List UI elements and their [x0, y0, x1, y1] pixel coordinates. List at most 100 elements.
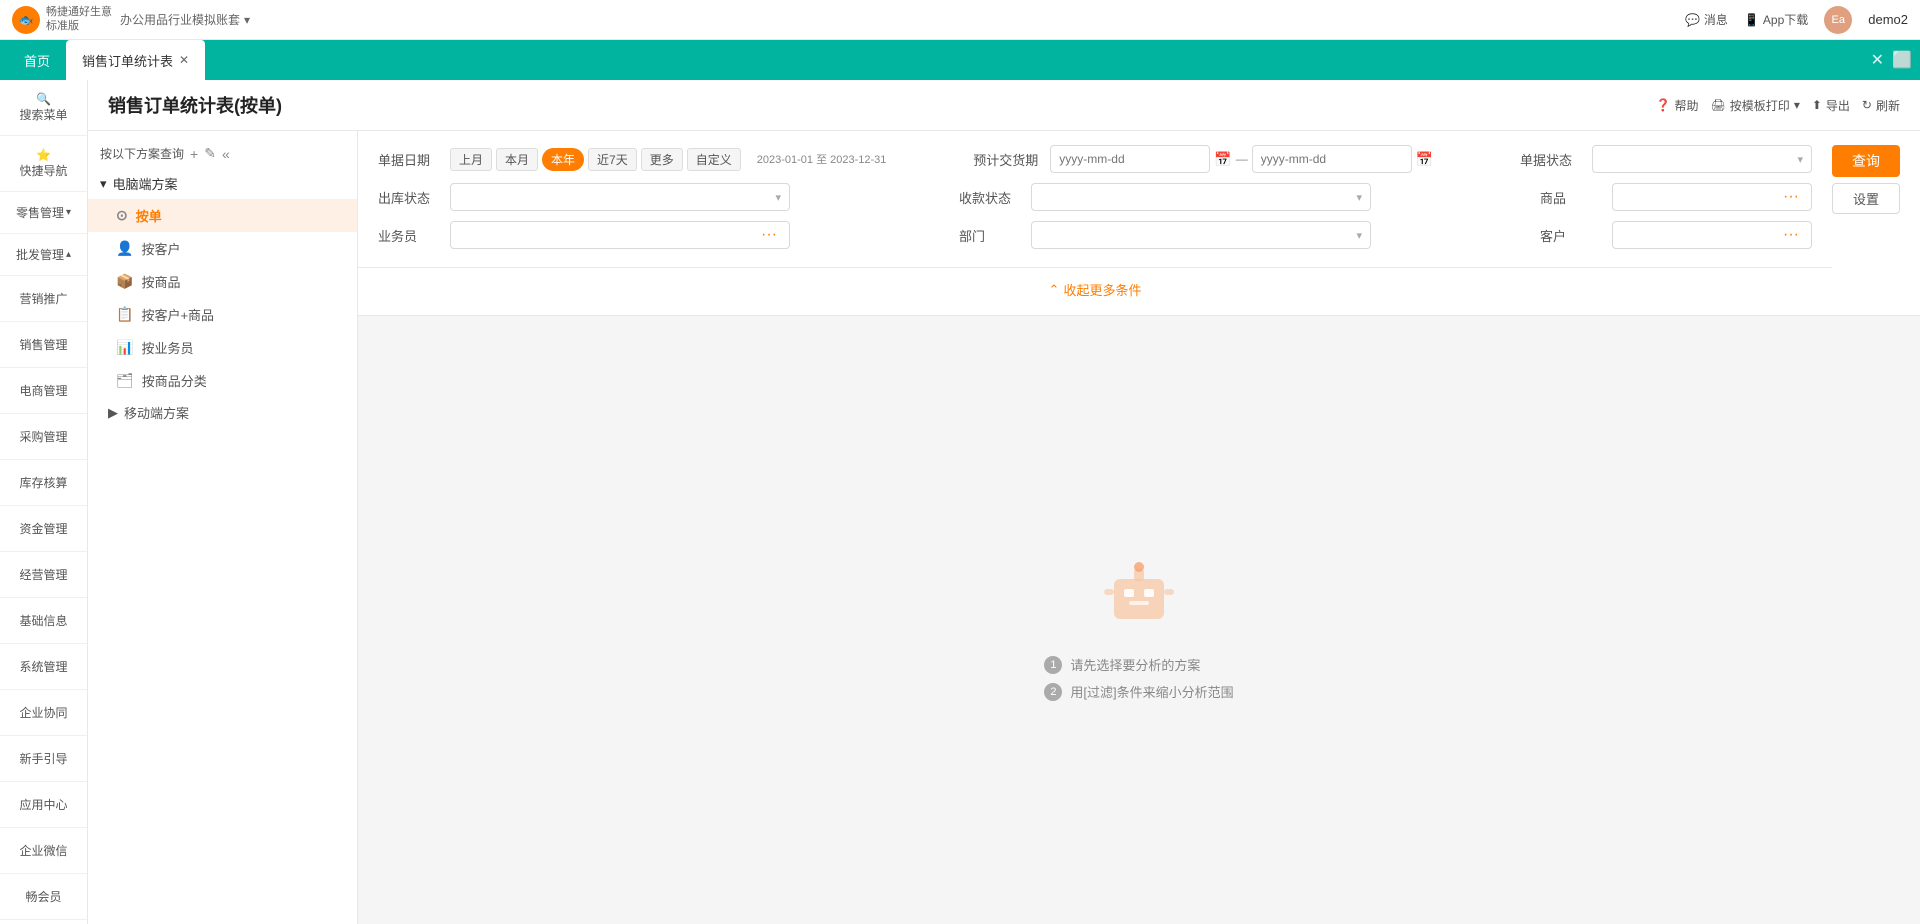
sidebar-item-ecom-mgmt[interactable]: 电商管理	[0, 368, 87, 414]
sidebar-item-marketing[interactable]: 营销推广	[0, 276, 87, 322]
customer-dots[interactable]: ···	[1779, 226, 1803, 244]
template-print-button[interactable]: 🖨 按模板打印 ▾	[1711, 97, 1800, 114]
delivery-cal-icon-end[interactable]: 📅	[1416, 151, 1433, 168]
tab-home[interactable]: 首页	[8, 40, 66, 80]
date-this-year[interactable]: 本年	[542, 148, 584, 171]
tab-close-icon[interactable]: ✕	[179, 53, 189, 67]
scheme-group-pc-title[interactable]: ▾ 电脑端方案	[88, 168, 357, 199]
export-button[interactable]: ⬆ 导出	[1812, 97, 1850, 114]
by-customer-icon: 👤	[116, 240, 133, 257]
scheme-add-button[interactable]: +	[190, 146, 198, 162]
dropdown-label[interactable]: 办公用品行业模拟账套	[120, 11, 240, 28]
help-button[interactable]: ❓ 帮助	[1656, 97, 1699, 114]
scheme-group-arrow: ▾	[100, 176, 107, 192]
by-salesperson-label: 按业务员	[141, 338, 193, 357]
breadcrumb[interactable]: 办公用品行业模拟账套 ▾	[120, 11, 250, 28]
sidebar-item-quick-nav[interactable]: ⭐ 快捷导航	[0, 136, 87, 192]
sidebar-item-inventory[interactable]: 库存核算	[0, 460, 87, 506]
tab-maximize-icon[interactable]: ⬜	[1892, 50, 1912, 70]
status-dropdown[interactable]: ▾	[1592, 145, 1812, 173]
scheme-group-mobile-title[interactable]: ▶ 移动端方案	[88, 397, 357, 428]
payment-status-dropdown[interactable]: ▾	[1031, 183, 1371, 211]
scheme-item-by-order[interactable]: ⊙ 按单	[88, 199, 357, 232]
logo-area: 🐟 畅捷通好生意 标准版	[12, 6, 112, 34]
customer-dropdown[interactable]: ···	[1612, 221, 1812, 249]
filter-row-3: 业务员 ··· 部门 ▾	[378, 221, 1812, 249]
date-last-month[interactable]: 上月	[450, 148, 492, 171]
scheme-edit-button[interactable]: ✎	[204, 145, 216, 162]
status-label: 单据状态	[1520, 150, 1580, 169]
scheme-title: 按以下方案查询	[100, 145, 184, 162]
department-arrow: ▾	[1356, 229, 1362, 242]
collapse-label: 收起更多条件	[1063, 280, 1141, 299]
logo-line2: 标准版	[46, 20, 112, 33]
sidebar-item-retail-mgmt[interactable]: 零售管理 ▾	[0, 192, 87, 234]
sidebar-item-ops-mgmt[interactable]: 经营管理	[0, 552, 87, 598]
collapse-button[interactable]: ⌃ 收起更多条件	[1049, 272, 1142, 307]
empty-state: 1 请先选择要分析的方案 2 用[过滤]条件来缩小分析范围	[1004, 499, 1273, 741]
delivery-date-end[interactable]	[1252, 145, 1412, 173]
settings-button[interactable]: 设置	[1832, 183, 1900, 214]
scheme-item-by-product-category[interactable]: 🗂 按商品分类	[88, 364, 357, 397]
sales-mgmt-label: 销售管理	[19, 338, 67, 352]
refresh-button[interactable]: ↻ 刷新	[1862, 97, 1900, 114]
date-this-month[interactable]: 本月	[496, 148, 538, 171]
date-last-7-days[interactable]: 近7天	[588, 148, 637, 171]
sidebar-item-finance-mgmt[interactable]: 资金管理	[0, 506, 87, 552]
sidebar-item-new-guide[interactable]: 新手引导	[0, 736, 87, 782]
query-button[interactable]: 查询	[1832, 145, 1900, 177]
ops-mgmt-label: 经营管理	[19, 568, 67, 582]
sidebar-item-sales-mgmt[interactable]: 销售管理	[0, 322, 87, 368]
scheme-collapse-button[interactable]: «	[222, 146, 230, 162]
by-salesperson-icon: 📊	[116, 339, 133, 356]
ecom-mgmt-label: 电商管理	[19, 384, 67, 398]
salesperson-dots[interactable]: ···	[757, 226, 781, 244]
date-custom[interactable]: 自定义	[687, 148, 741, 171]
sidebar-item-system-mgmt[interactable]: 系统管理	[0, 644, 87, 690]
collapse-arrow-icon: ⌃	[1049, 282, 1060, 298]
scheme-item-by-product[interactable]: 📦 按商品	[88, 265, 357, 298]
tip-num-2: 2	[1044, 683, 1062, 701]
tabbar-actions: ✕ ⬜	[1871, 50, 1912, 70]
delivery-status-dropdown[interactable]: ▾	[450, 183, 790, 211]
scheme-item-by-salesperson[interactable]: 📊 按业务员	[88, 331, 357, 364]
by-product-cat-icon: 🗂	[116, 372, 134, 389]
product-dropdown[interactable]: ···	[1612, 183, 1812, 211]
sidebar-item-member[interactable]: 畅会员	[0, 874, 87, 920]
basic-info-label: 基础信息	[19, 614, 67, 628]
message-icon: 💬	[1685, 13, 1700, 27]
scheme-item-by-customer-product[interactable]: 📋 按客户+商品	[88, 298, 357, 331]
date-label: 单据日期	[378, 150, 438, 169]
sidebar-item-search-menu[interactable]: 🔍 搜索菜单	[0, 80, 87, 136]
sidebar-item-app-center[interactable]: 应用中心	[0, 782, 87, 828]
delivery-date-start[interactable]	[1050, 145, 1210, 173]
department-label: 部门	[959, 226, 1019, 245]
app-download-action[interactable]: 📱 App下载	[1744, 11, 1808, 28]
retail-label: 零售管理	[16, 204, 64, 221]
sidebar-item-enterprise-collab[interactable]: 企业协同	[0, 690, 87, 736]
date-more[interactable]: 更多	[641, 148, 683, 171]
by-cust-prod-label: 按客户+商品	[141, 305, 214, 324]
filter-fields-wrap: 单据日期 上月 本月 本年 近7天 更多 自定义	[358, 131, 1832, 315]
sidebar-item-enterprise-wechat[interactable]: 企业微信	[0, 828, 87, 874]
expected-delivery-field: 📅 — 📅	[1050, 145, 1433, 173]
delivery-cal-icon-start[interactable]: 📅	[1214, 151, 1231, 168]
sidebar-item-wholesale-mgmt[interactable]: 批发管理 ▴	[0, 234, 87, 276]
tab-sales-order-stats[interactable]: 销售订单统计表 ✕	[66, 40, 205, 80]
scheme-item-by-customer[interactable]: 👤 按客户	[88, 232, 357, 265]
tab-home-label: 首页	[24, 51, 50, 70]
salesperson-dropdown[interactable]: ···	[450, 221, 790, 249]
app-download-icon: 📱	[1744, 13, 1759, 27]
filter-section-wrap: 单据日期 上月 本月 本年 近7天 更多 自定义	[358, 131, 1920, 316]
tab-close-all-icon[interactable]: ✕	[1871, 50, 1884, 70]
filter-row-1: 单据日期 上月 本月 本年 近7天 更多 自定义	[378, 145, 1812, 173]
department-dropdown[interactable]: ▾	[1031, 221, 1371, 249]
sidebar-item-basic-info[interactable]: 基础信息	[0, 598, 87, 644]
sidebar-item-purchase-mgmt[interactable]: 采购管理	[0, 414, 87, 460]
username[interactable]: demo2	[1868, 12, 1908, 27]
wholesale-arrow: ▴	[66, 249, 71, 260]
sidebar-search-label: 搜索菜单	[0, 106, 87, 123]
new-guide-label: 新手引导	[19, 752, 67, 766]
product-dots[interactable]: ···	[1779, 188, 1803, 206]
message-action[interactable]: 💬 消息	[1685, 11, 1728, 28]
